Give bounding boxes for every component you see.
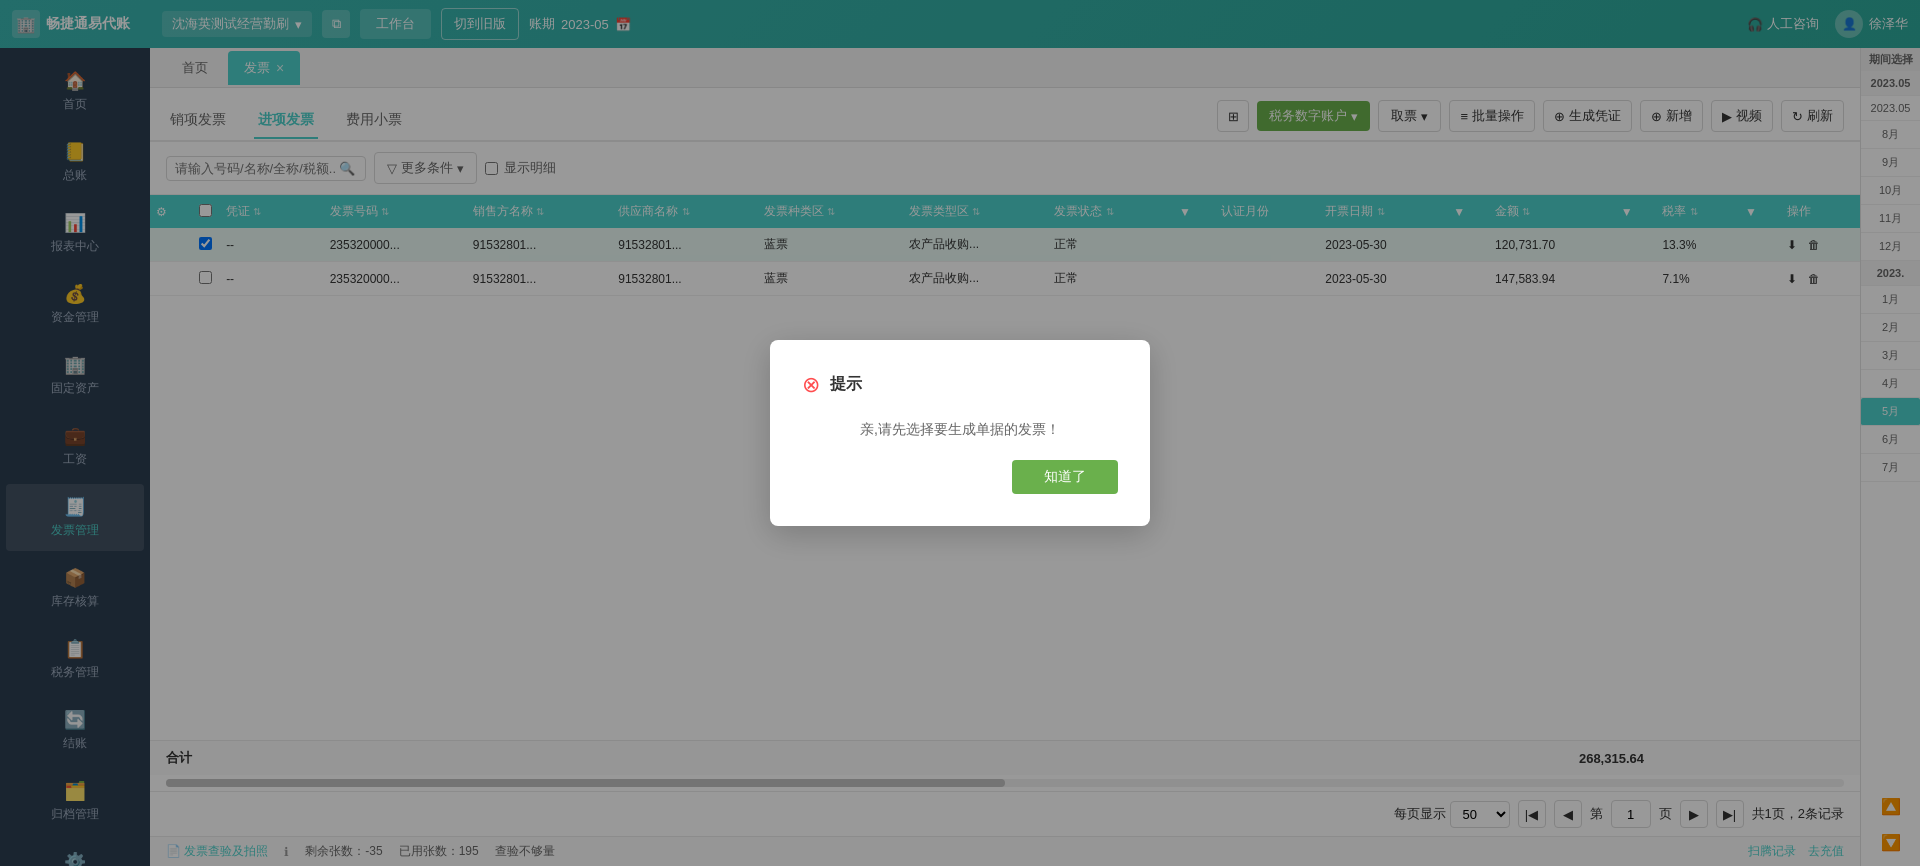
warning-icon: ⊗	[802, 372, 820, 398]
modal-box: ⊗ 提示 亲,请先选择要生成单据的发票！ 知道了	[770, 340, 1150, 526]
modal-ok-button[interactable]: 知道了	[1012, 460, 1118, 494]
modal-overlay: ⊗ 提示 亲,请先选择要生成单据的发票！ 知道了	[0, 0, 1920, 866]
modal-message: 亲,请先选择要生成单据的发票！	[860, 418, 1060, 440]
modal-title-row: ⊗ 提示	[802, 372, 862, 398]
modal-title: 提示	[830, 374, 862, 395]
